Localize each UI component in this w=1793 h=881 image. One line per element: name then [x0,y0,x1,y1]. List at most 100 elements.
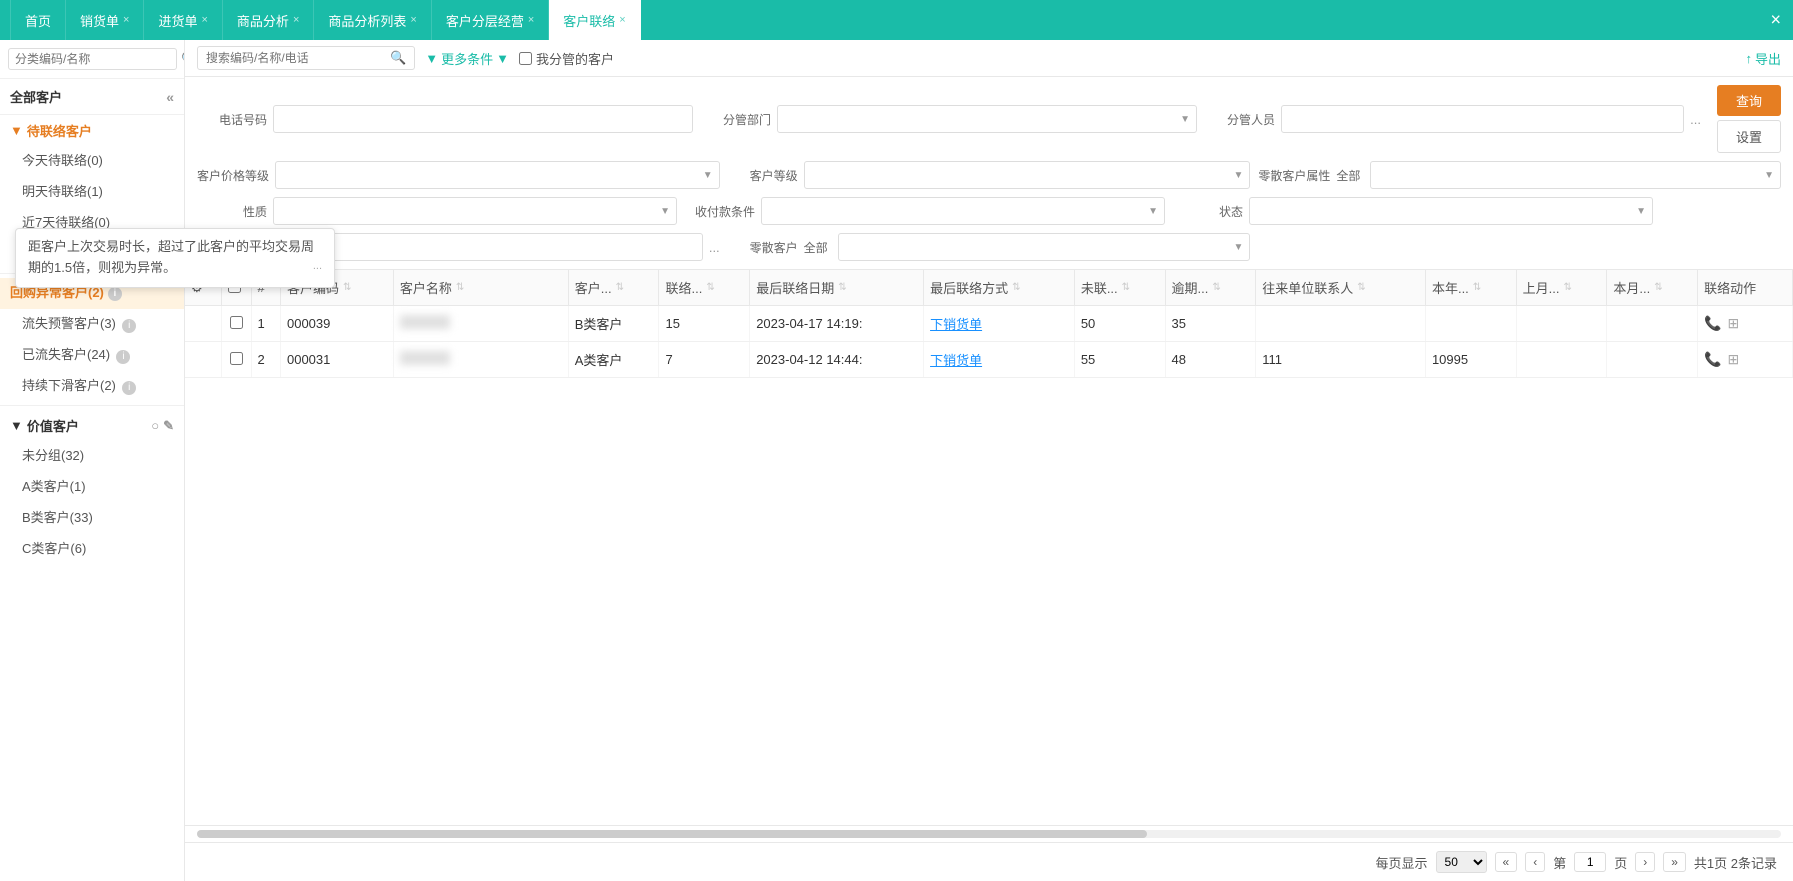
window-close-button[interactable]: × [1770,10,1781,31]
row2-action-more[interactable]: ⊞ [1728,351,1740,368]
tab-sales[interactable]: 销货单 × [66,0,144,40]
row1-index: 1 [251,306,280,342]
tab-analysis[interactable]: 商品分析 × [223,0,314,40]
tab-home[interactable]: 首页 [10,0,66,40]
tooltip-close[interactable]: ... [313,258,322,276]
filter-ctype-dots[interactable]: ... [709,240,720,255]
tab-customer-seg-close[interactable]: × [528,14,534,26]
row2-method-link[interactable]: 下销货单 [930,353,982,368]
prev-page-btn[interactable]: ‹ [1525,852,1545,872]
sidebar-item-c-class[interactable]: C类客户(6) [0,534,184,565]
filter-row-2: 客户价格等级 ▼ 客户等级 ▼ 零散客户属性 全部 ▼ [197,161,1781,189]
sidebar-pending-title[interactable]: ▼ 待联络客户 [0,115,184,146]
my-customers-checkbox-label[interactable]: 我分管的客户 [519,49,614,68]
tab-sales-close[interactable]: × [123,14,129,26]
already-lost-info-icon[interactable]: i [116,350,130,364]
lost-warning-info-icon[interactable]: i [122,319,136,333]
filter-retail-attr-select[interactable]: ▼ [1370,161,1781,189]
row2-last-method[interactable]: 下销货单 [924,342,1075,378]
sidebar-item-already-lost[interactable]: 已流失客户(24) i [0,340,184,371]
sidebar-item-a-class[interactable]: A类客户(1) [0,472,184,503]
settings-button[interactable]: 设置 [1717,120,1781,153]
dept-select-arrow: ▼ [1180,114,1190,125]
filter-manager-dots[interactable]: ... [1690,112,1701,127]
row1-action-phone[interactable]: 📞 [1704,315,1721,332]
sort-contacts-icon[interactable]: ⇅ [1357,282,1365,293]
th-last-method: 最后联络方式⇅ [924,270,1075,306]
scroll-thumb[interactable] [197,830,1147,838]
last-page-btn[interactable]: » [1663,852,1686,872]
tab-customer-contact[interactable]: 客户联络 × [549,0,640,40]
scroll-track[interactable] [197,830,1781,838]
main-layout: 🔍 全部客户 « ▼ 待联络客户 今天待联络(0) 明天待联络(1) 近7天 [0,40,1793,881]
filter-phone-input[interactable] [273,105,693,133]
sidebar-item-today[interactable]: 今天待联络(0) [0,146,184,177]
advanced-filters: 电话号码 分管部门 ▼ 分管人员 ... 查询 [185,77,1793,270]
row2-action-phone[interactable]: 📞 [1704,351,1721,368]
tab-purchase[interactable]: 进货单 × [144,0,222,40]
page-number-input[interactable] [1574,852,1606,872]
abnormal-info-icon[interactable]: i [108,287,122,301]
value-group-actions[interactable]: ○ ✎ [151,418,174,434]
sort-year-icon[interactable]: ⇅ [1473,282,1481,293]
filter-search-input[interactable] [206,51,386,65]
sidebar-search-input[interactable] [8,48,177,70]
sort-overdue-icon[interactable]: ⇅ [1212,282,1220,293]
row1-last-method[interactable]: 下销货单 [924,306,1075,342]
filter-retail-select[interactable]: ▼ [838,233,1251,261]
per-page-select[interactable]: 20 50 100 200 [1436,851,1487,873]
row1-action-more[interactable]: ⊞ [1728,315,1740,332]
sort-code-icon[interactable]: ⇅ [343,282,351,293]
sidebar-collapse-btn[interactable]: « [166,89,174,105]
row2-select[interactable] [230,352,243,365]
tab-analysis-list[interactable]: 商品分析列表 × [314,0,431,40]
filter-level-select[interactable]: ▼ [804,161,1251,189]
query-button[interactable]: 查询 [1717,85,1781,116]
tab-customer-seg[interactable]: 客户分层经营 × [432,0,549,40]
sidebar-search-area: 🔍 [0,40,184,79]
sort-type-icon[interactable]: ⇅ [616,282,624,293]
sort-name-icon[interactable]: ⇅ [456,282,464,293]
filter-gender-select[interactable]: ▼ [273,197,677,225]
filter-manager-select[interactable] [1281,105,1684,133]
row1-select[interactable] [230,316,243,329]
horizontal-scrollbar[interactable] [185,825,1793,842]
sort-tmonth-icon[interactable]: ⇅ [1654,282,1662,293]
declining-info-icon[interactable]: i [122,381,136,395]
sort-not-icon[interactable]: ⇅ [1122,282,1130,293]
sort-last-method-icon[interactable]: ⇅ [1012,282,1020,293]
sidebar-item-declining[interactable]: 持续下滑客户(2) i [0,371,184,402]
filter-search-icon[interactable]: 🔍 [390,50,406,66]
sort-last-date-icon[interactable]: ⇅ [838,282,846,293]
sidebar-item-tomorrow[interactable]: 明天待联络(1) [0,177,184,208]
row1-gear [185,306,221,342]
tab-purchase-close[interactable]: × [201,14,207,26]
filter-payment-label: 收付款条件 [685,203,755,220]
filter-more-btn[interactable]: ▼ 更多条件 ▼ [425,49,509,68]
filter-payment-select[interactable]: ▼ [761,197,1165,225]
export-button[interactable]: ↑ 导出 [1745,49,1781,68]
my-customers-checkbox[interactable] [519,52,532,65]
edit-group-icon[interactable]: ✎ [163,418,174,434]
add-group-icon[interactable]: ○ [151,418,159,434]
row2-checkbox [221,342,251,378]
row1-not-contacted: 50 [1074,306,1165,342]
filter-ctype-select[interactable] [273,233,703,261]
sort-lmonth-icon[interactable]: ⇅ [1564,282,1572,293]
tab-customer-contact-close[interactable]: × [619,14,625,26]
next-page-btn[interactable]: › [1635,852,1655,872]
tab-analysis-list-close[interactable]: × [410,14,416,26]
sidebar-value-group-title[interactable]: ▼ 价值客户 ○ ✎ [0,410,184,441]
filter-status-select[interactable]: ▼ [1249,197,1653,225]
sidebar-item-b-class[interactable]: B类客户(33) [0,503,184,534]
row1-method-link[interactable]: 下销货单 [930,317,982,332]
tab-analysis-close[interactable]: × [293,14,299,26]
sidebar-item-ungrouped[interactable]: 未分组(32) [0,441,184,472]
tab-home-label: 首页 [25,11,51,30]
first-page-btn[interactable]: « [1495,852,1518,872]
filter-price-select[interactable]: ▼ [275,161,720,189]
filter-dept-label: 分管部门 [701,111,771,128]
sidebar-item-lost-warning[interactable]: 流失预警客户(3) i [0,309,184,340]
filter-dept-select[interactable]: ▼ [777,105,1197,133]
sort-contact-icon[interactable]: ⇅ [706,282,714,293]
